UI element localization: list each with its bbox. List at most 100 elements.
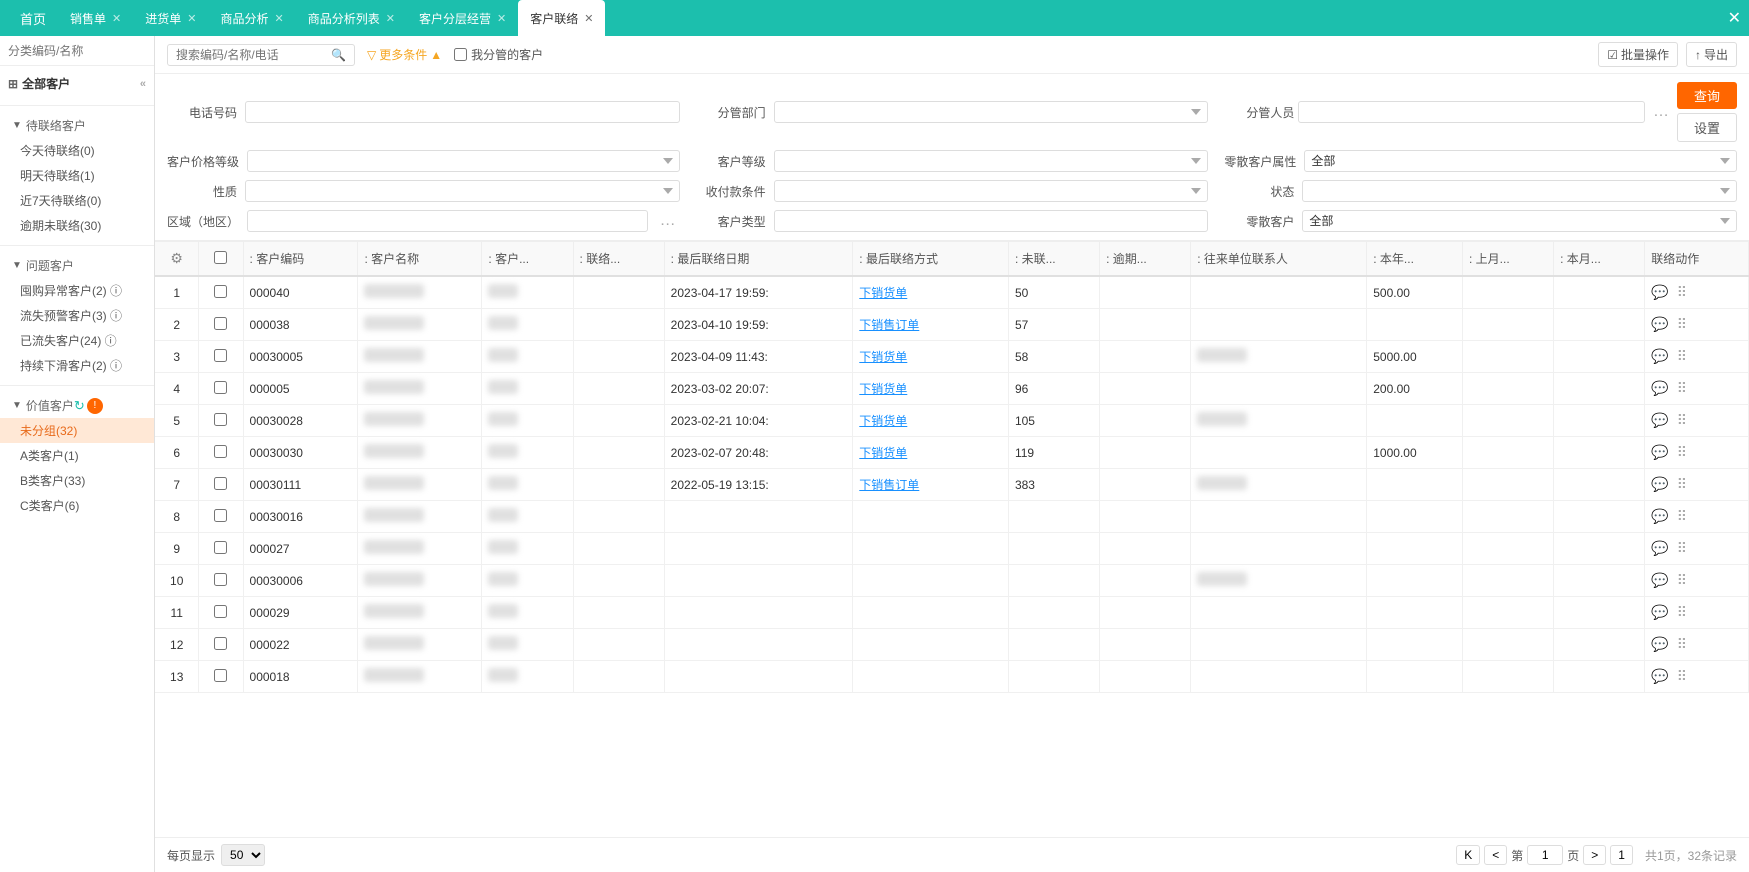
contact-icon[interactable]: 💬 — [1651, 412, 1668, 429]
last-way-link[interactable]: 下销货单 — [859, 382, 907, 396]
more-action-icon[interactable]: ⠿ — [1677, 380, 1687, 397]
contact-icon[interactable]: 💬 — [1651, 572, 1668, 589]
my-customers-checkbox[interactable]: 我分管的客户 — [454, 46, 543, 63]
more-action-icon[interactable]: ⠿ — [1677, 316, 1687, 333]
retail-select[interactable]: 全部 — [1304, 150, 1737, 172]
contact-icon[interactable]: 💬 — [1651, 668, 1668, 685]
nav-tab-product-analysis[interactable]: 商品分析 ✕ — [208, 0, 295, 36]
more-action-icon[interactable]: ⠿ — [1677, 508, 1687, 525]
row-checkbox-cell[interactable] — [199, 469, 243, 501]
nav-tab-purchase[interactable]: 进货单 ✕ — [133, 0, 208, 36]
row-checkbox[interactable] — [214, 573, 227, 586]
more-action-icon[interactable]: ⠿ — [1677, 636, 1687, 653]
sidebar-search-input[interactable] — [8, 44, 155, 58]
col-settings[interactable]: ⚙ — [155, 242, 199, 276]
row-checkbox[interactable] — [214, 285, 227, 298]
row-checkbox[interactable] — [214, 381, 227, 394]
sidebar-item-class-c[interactable]: C类客户(6) — [0, 493, 154, 518]
filter-more-conditions[interactable]: ▽ 更多条件 ▲ — [367, 46, 442, 63]
row-last-way[interactable]: 下销货单 — [853, 341, 1009, 373]
nav-tab-sales[interactable]: 销售单 ✕ — [58, 0, 133, 36]
nav-home[interactable]: 首页 — [8, 9, 58, 28]
row-checkbox[interactable] — [214, 317, 227, 330]
sidebar-collapse-btn[interactable]: « — [140, 78, 146, 90]
batch-operation-btn[interactable]: ☑ 批量操作 — [1598, 42, 1678, 67]
row-checkbox[interactable] — [214, 637, 227, 650]
sidebar-item-class-b[interactable]: B类客户(33) — [0, 468, 154, 493]
row-last-way[interactable] — [853, 533, 1009, 565]
filter-search-input[interactable] — [176, 48, 331, 62]
contact-icon[interactable]: 💬 — [1651, 444, 1668, 461]
row-checkbox-cell[interactable] — [199, 373, 243, 405]
more-action-icon[interactable]: ⠿ — [1677, 284, 1687, 301]
sidebar-item-churn-warn[interactable]: 流失预警客户(3) ⓘ — [0, 303, 154, 328]
sidebar-item-tomorrow[interactable]: 明天待联络(1) — [0, 163, 154, 188]
more-action-icon[interactable]: ⠿ — [1677, 604, 1687, 621]
row-last-way[interactable] — [853, 661, 1009, 693]
export-btn[interactable]: ↑ 导出 — [1686, 42, 1737, 67]
reset-btn[interactable]: 设置 — [1677, 113, 1737, 142]
sidebar-item-churned[interactable]: 已流失客户(24) ⓘ — [0, 328, 154, 353]
filter-search-icon[interactable]: 🔍 — [331, 48, 346, 62]
close-product-list-tab[interactable]: ✕ — [386, 12, 395, 25]
row-checkbox[interactable] — [214, 669, 227, 682]
region-input[interactable] — [247, 210, 648, 232]
more-action-icon[interactable]: ⠿ — [1677, 668, 1687, 685]
settings-icon[interactable]: ⚙ — [170, 250, 183, 266]
last-page-btn[interactable]: 1 — [1610, 845, 1633, 865]
row-last-way[interactable]: 下销货单 — [853, 276, 1009, 309]
col-checkbox[interactable] — [199, 242, 243, 276]
region-more-icon[interactable]: … — [656, 212, 680, 230]
refresh-icon[interactable]: ↻ — [74, 398, 85, 414]
sidebar-all-customers[interactable]: ⊞ 全部客户 « — [0, 70, 154, 97]
row-checkbox-cell[interactable] — [199, 501, 243, 533]
last-way-link[interactable]: 下销货单 — [859, 446, 907, 460]
last-way-link[interactable]: 下销货单 — [859, 414, 907, 428]
row-checkbox[interactable] — [214, 477, 227, 490]
row-last-way[interactable]: 下销售订单 — [853, 309, 1009, 341]
contact-icon[interactable]: 💬 — [1651, 604, 1668, 621]
person-more-icon[interactable]: … — [1649, 103, 1673, 121]
close-customer-tier-tab[interactable]: ✕ — [497, 12, 506, 25]
dept-select[interactable] — [774, 101, 1209, 123]
sidebar-problem-header[interactable]: ▼ 问题客户 — [0, 253, 154, 278]
price-select[interactable] — [247, 150, 680, 172]
prev-page-btn[interactable]: < — [1484, 845, 1507, 865]
contact-icon[interactable]: 💬 — [1651, 636, 1668, 653]
my-customers-check[interactable] — [454, 48, 467, 61]
sidebar-item-hoard[interactable]: 囤购异常客户(2) ⓘ — [0, 278, 154, 303]
next-page-btn[interactable]: > — [1583, 845, 1606, 865]
last-way-link[interactable]: 下销货单 — [859, 350, 907, 364]
nav-tab-customer-tier[interactable]: 客户分层经营 ✕ — [407, 0, 518, 36]
more-action-icon[interactable]: ⠿ — [1677, 412, 1687, 429]
status-select[interactable] — [1302, 180, 1737, 202]
row-checkbox-cell[interactable] — [199, 341, 243, 373]
row-last-way[interactable]: 下销货单 — [853, 405, 1009, 437]
close-product-tab[interactable]: ✕ — [275, 12, 284, 25]
nav-close-all[interactable]: ✕ — [1728, 8, 1741, 28]
row-last-way[interactable]: 下销货单 — [853, 373, 1009, 405]
phone-input[interactable] — [245, 101, 680, 123]
row-checkbox-cell[interactable] — [199, 276, 243, 309]
payment-select[interactable] — [774, 180, 1209, 202]
sidebar-item-declining[interactable]: 持续下滑客户(2) ⓘ — [0, 353, 154, 378]
person-input[interactable] — [1298, 101, 1645, 123]
sidebar-item-ungrouped[interactable]: 未分组(32) — [0, 418, 154, 443]
sidebar-item-today[interactable]: 今天待联络(0) — [0, 138, 154, 163]
close-purchase-tab[interactable]: ✕ — [187, 12, 196, 25]
contact-icon[interactable]: 💬 — [1651, 348, 1668, 365]
row-checkbox-cell[interactable] — [199, 597, 243, 629]
row-checkbox[interactable] — [214, 605, 227, 618]
row-last-way[interactable] — [853, 597, 1009, 629]
sidebar-search-box[interactable]: 🔍 — [0, 36, 154, 66]
contact-icon[interactable]: 💬 — [1651, 540, 1668, 557]
row-last-way[interactable] — [853, 629, 1009, 661]
row-last-way[interactable]: 下销售订单 — [853, 469, 1009, 501]
sidebar-item-overdue[interactable]: 逾期未联络(30) — [0, 213, 154, 238]
nature-select[interactable] — [245, 180, 680, 202]
row-last-way[interactable]: 下销货单 — [853, 437, 1009, 469]
more-action-icon[interactable]: ⠿ — [1677, 348, 1687, 365]
query-btn[interactable]: 查询 — [1677, 82, 1737, 109]
row-checkbox[interactable] — [214, 445, 227, 458]
nav-tab-product-list[interactable]: 商品分析列表 ✕ — [296, 0, 407, 36]
